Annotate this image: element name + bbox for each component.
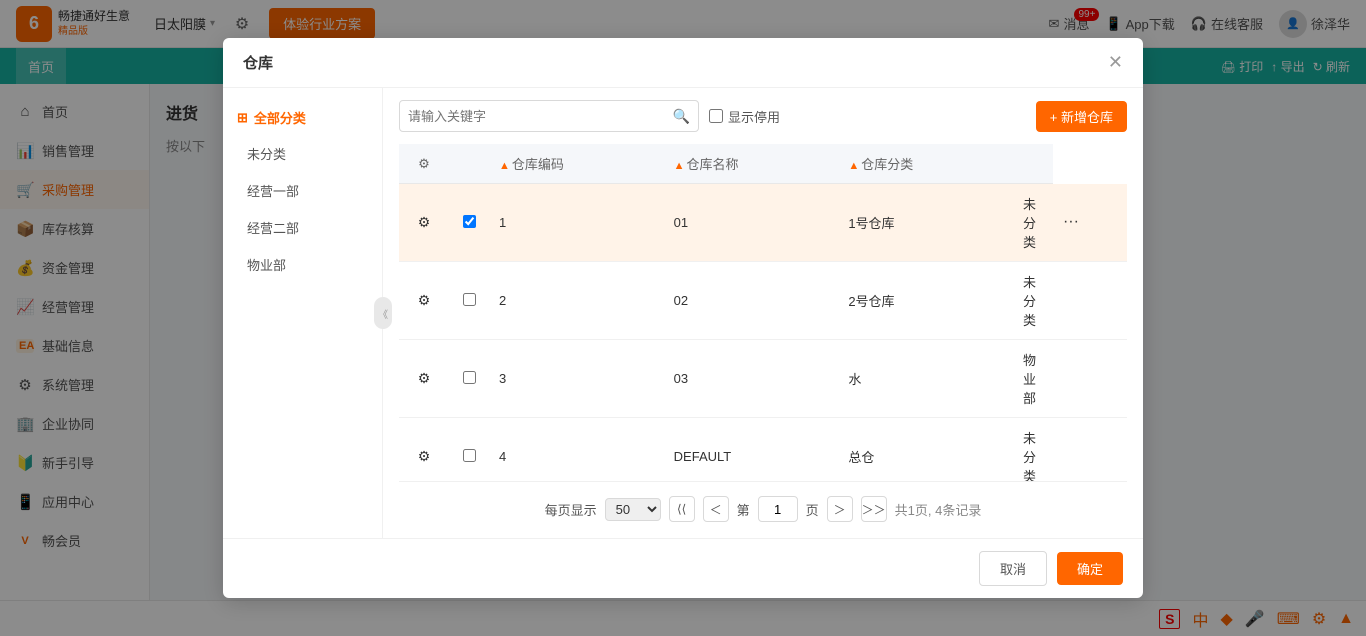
table-row[interactable]: ⚙ 2 02 2号仓库 未分类 [399,262,1127,340]
modal-close-button[interactable]: ✕ [1108,52,1123,73]
page-label: 第 [737,500,750,519]
row-index-0: 1 [489,184,664,262]
category-collapse-btn[interactable]: 《 [374,297,392,329]
confirm-button[interactable]: 确定 [1057,552,1123,585]
row-actions-2[interactable] [1053,340,1127,418]
table-header: ⚙ ▲仓库编码 ▲仓库名称 ▲仓库分类 [399,144,1127,184]
row-name-1: 2号仓库 [838,262,1013,340]
row-name-3: 总仓 [838,418,1013,482]
last-page-btn[interactable]: ＞＞ [861,496,887,522]
row-cat-3: 未分类 [1013,418,1053,482]
modal-body: ⊞ 全部分类 未分类 经营一部 经营二部 物业部 《 🔍 [223,88,1143,538]
row-index-2: 3 [489,340,664,418]
row-settings-2[interactable]: ⚙ [399,340,449,418]
col-header-actions [1013,144,1053,184]
category-item-2[interactable]: 经营二部 [223,209,382,246]
page-number-input[interactable] [758,496,798,522]
per-page-select[interactable]: 50 100 200 [605,498,661,521]
category-item-1[interactable]: 经营一部 [223,172,382,209]
warehouse-table: ⚙ ▲仓库编码 ▲仓库名称 ▲仓库分类 ⚙ [399,144,1127,481]
category-all-header[interactable]: ⊞ 全部分类 [223,100,382,135]
table-panel: 🔍 显示停用 + 新增仓库 ⚙ [383,88,1143,538]
row-code-0: 01 [664,184,839,262]
modal-overlay: 仓库 ✕ ⊞ 全部分类 未分类 经营一部 经营二部 物业部 《 [0,0,1366,636]
row-index-1: 2 [489,262,664,340]
row-check-2[interactable] [449,340,489,418]
modal-header: 仓库 ✕ [223,38,1143,88]
modal-title: 仓库 [243,52,273,73]
warehouse-modal: 仓库 ✕ ⊞ 全部分类 未分类 经营一部 经营二部 物业部 《 [223,38,1143,598]
next-page-btn[interactable]: ＞ [827,496,853,522]
show-disabled-label: 显示停用 [728,107,780,126]
row-settings-0[interactable]: ⚙ [399,184,449,262]
search-input[interactable] [408,109,673,124]
category-panel: ⊞ 全部分类 未分类 经营一部 经营二部 物业部 《 [223,88,383,538]
row-name-0: 1号仓库 [838,184,1013,262]
table-row[interactable]: ⚙ 3 03 水 物业部 [399,340,1127,418]
grid-icon: ⊞ [237,110,248,126]
row-code-3: DEFAULT [664,418,839,482]
category-item-0[interactable]: 未分类 [223,135,382,172]
row-check-0[interactable] [449,184,489,262]
search-icon[interactable]: 🔍 [673,108,690,125]
col-header-category: ▲仓库分类 [838,144,1013,184]
row-cat-0: 未分类 [1013,184,1053,262]
search-input-wrap: 🔍 [399,100,699,132]
table-row[interactable]: ⚙ 4 DEFAULT 总仓 未分类 [399,418,1127,482]
col-header-settings: ⚙ [399,144,449,184]
per-page-label: 每页显示 [545,500,597,519]
table-container: ⚙ ▲仓库编码 ▲仓库名称 ▲仓库分类 ⚙ [399,144,1127,481]
show-disabled-wrap: 显示停用 [709,107,780,126]
row-check-3[interactable] [449,418,489,482]
row-code-1: 02 [664,262,839,340]
table-body: ⚙ 1 01 1号仓库 未分类 ··· ⚙ 2 [399,184,1127,482]
row-actions-0[interactable]: ··· [1053,184,1127,262]
category-all-label: 全部分类 [254,108,306,127]
col-header-code: ▲仓库编码 [489,144,664,184]
col-header-name: ▲仓库名称 [664,144,839,184]
row-code-2: 03 [664,340,839,418]
row-cat-2: 物业部 [1013,340,1053,418]
row-index-3: 4 [489,418,664,482]
add-warehouse-button[interactable]: + 新增仓库 [1036,101,1127,132]
table-toolbar: 🔍 显示停用 + 新增仓库 [399,100,1127,132]
row-name-2: 水 [838,340,1013,418]
cancel-button[interactable]: 取消 [979,551,1047,586]
page-unit: 页 [806,500,819,519]
category-item-3[interactable]: 物业部 [223,246,382,283]
table-row[interactable]: ⚙ 1 01 1号仓库 未分类 ··· [399,184,1127,262]
row-cat-1: 未分类 [1013,262,1053,340]
modal-footer: 取消 确定 [223,538,1143,598]
pagination-bar: 每页显示 50 100 200 ⟨⟨ ＜ 第 页 ＞ ＞＞ 共1页, 4条记录 [399,481,1127,526]
row-actions-3[interactable] [1053,418,1127,482]
row-check-1[interactable] [449,262,489,340]
first-page-btn[interactable]: ⟨⟨ [669,496,695,522]
show-disabled-checkbox[interactable] [709,109,723,123]
prev-page-btn[interactable]: ＜ [703,496,729,522]
row-actions-1[interactable] [1053,262,1127,340]
page-total-info: 共1页, 4条记录 [895,500,982,519]
row-settings-1[interactable]: ⚙ [399,262,449,340]
row-settings-3[interactable]: ⚙ [399,418,449,482]
col-header-check [449,144,489,184]
